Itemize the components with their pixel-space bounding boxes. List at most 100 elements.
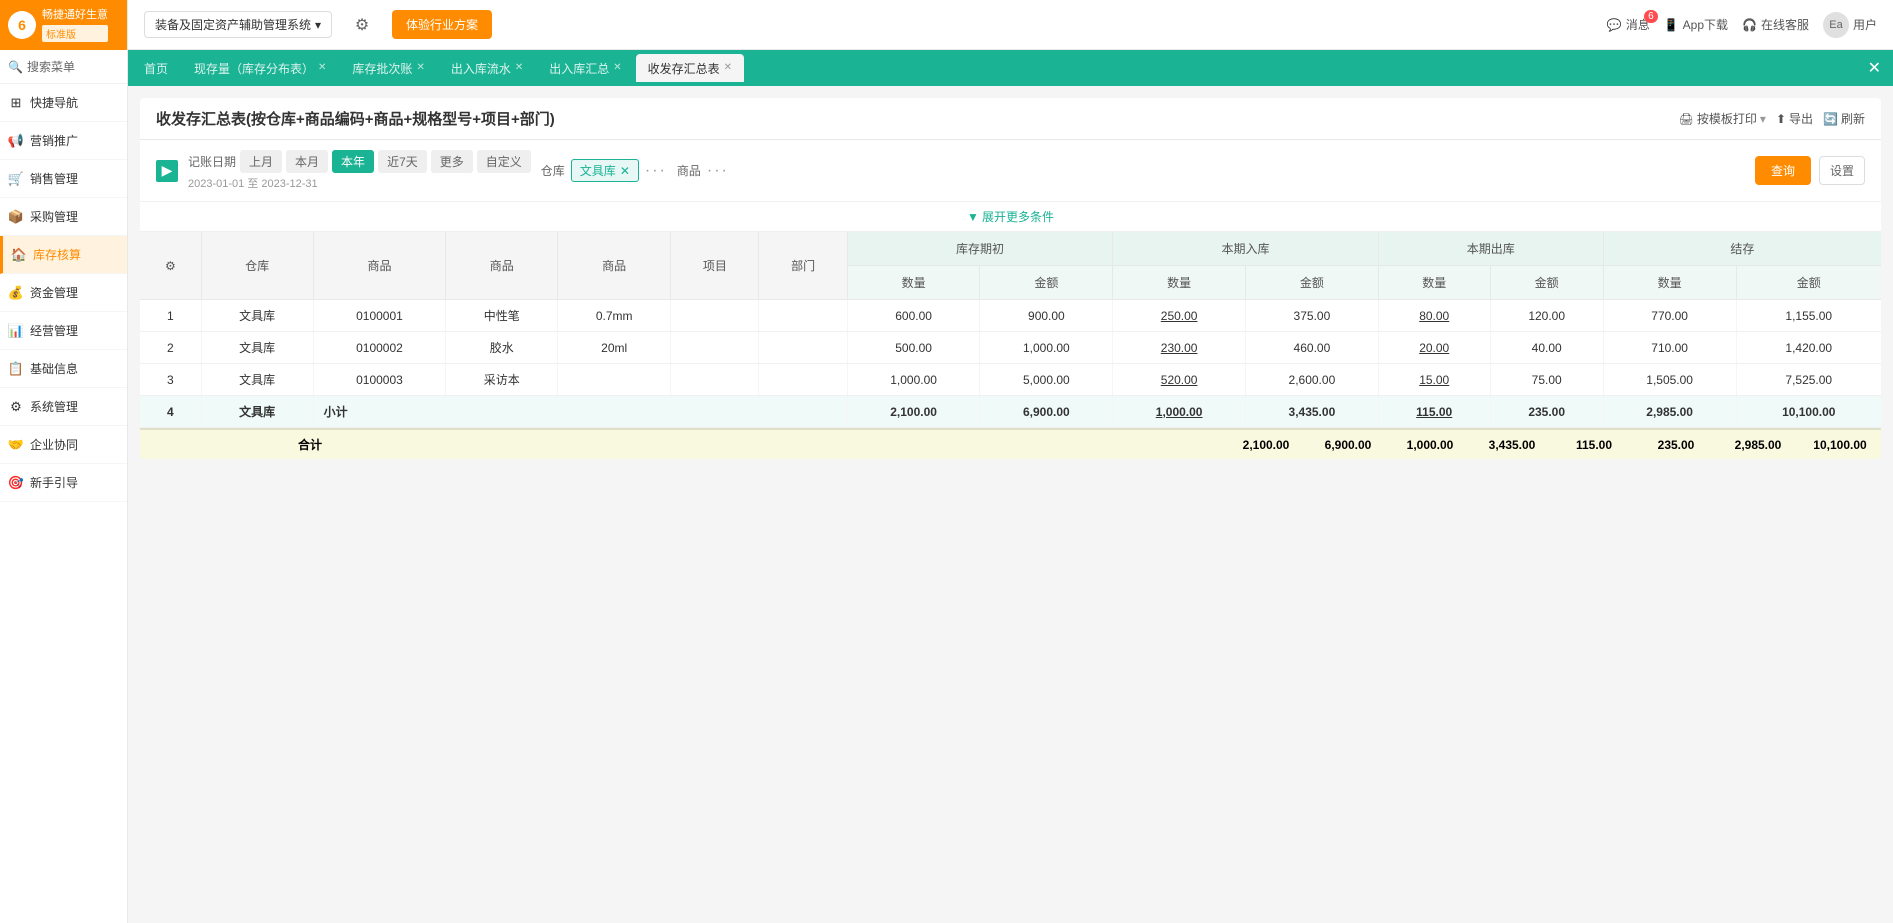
row2-in-qty[interactable]: 230.00: [1113, 332, 1246, 364]
goods-dots-btn[interactable]: ···: [707, 162, 729, 180]
system-select[interactable]: 装备及固定资产辅助管理系统 ▾: [144, 11, 332, 38]
page-header: 收发存汇总表(按仓库+商品编码+商品+规格型号+项目+部门) 🖨 按模板打印 ▾…: [140, 98, 1881, 140]
query-btn[interactable]: 查询: [1755, 156, 1811, 185]
date-btn-7days[interactable]: 近7天: [378, 150, 427, 173]
message-btn[interactable]: 💬 消息 6: [1607, 16, 1650, 33]
subtotal-in-qty-link[interactable]: 1,000.00: [1156, 405, 1203, 419]
gear-button[interactable]: ⚙: [348, 11, 376, 39]
tab-receipt-summary-close[interactable]: ✕: [724, 63, 732, 73]
date-btn-custom[interactable]: 自定义: [477, 150, 531, 173]
tab-batch[interactable]: 库存批次账 ✕: [340, 54, 436, 82]
col-open-amt-header: 金额: [980, 266, 1113, 300]
row1-in-qty[interactable]: 250.00: [1113, 300, 1246, 332]
tabbar-close-btn[interactable]: ✕: [1860, 54, 1889, 82]
tab-inventory-dist-close[interactable]: ✕: [318, 63, 326, 73]
row3-out-qty-link[interactable]: 15.00: [1419, 373, 1449, 387]
avatar: Ea: [1823, 12, 1849, 38]
subtotal-in-qty[interactable]: 1,000.00: [1113, 396, 1246, 428]
row3-warehouse: 文具库: [201, 364, 313, 396]
print-label: 按模板打印: [1697, 110, 1757, 127]
expand-arrow-icon: ▼: [967, 210, 979, 224]
sidebar-item-basic[interactable]: 📋 基础信息: [0, 350, 127, 388]
user-btn[interactable]: Ea 用户: [1823, 12, 1877, 38]
row3-bal-amt: 7,525.00: [1736, 364, 1881, 396]
set-btn[interactable]: 设置: [1819, 156, 1865, 185]
tab-flow-close[interactable]: ✕: [515, 63, 523, 73]
search-menu[interactable]: 🔍 搜索菜单: [0, 50, 127, 84]
row2-out-qty-link[interactable]: 20.00: [1419, 341, 1449, 355]
row2-open-amt: 1,000.00: [980, 332, 1113, 364]
tab-summary-in-out-close[interactable]: ✕: [613, 63, 621, 73]
row2-in-qty-link[interactable]: 230.00: [1161, 341, 1198, 355]
warehouse-filter-group: 仓库 文具库 ✕ ···: [541, 159, 667, 182]
col-settings-header[interactable]: ⚙: [140, 232, 201, 300]
row1-out-qty-link[interactable]: 80.00: [1419, 309, 1449, 323]
subtotal-open-amt: 6,900.00: [980, 396, 1113, 428]
sidebar-item-finance[interactable]: 💰 资金管理: [0, 274, 127, 312]
col-out-qty-header: 数量: [1378, 266, 1490, 300]
date-btn-more[interactable]: 更多: [431, 150, 473, 173]
sidebar-item-sales[interactable]: 🛒 销售管理: [0, 160, 127, 198]
date-btn-this-year[interactable]: 本年: [332, 150, 374, 173]
sidebar-item-inventory[interactable]: 🏠 库存核算: [0, 236, 127, 274]
system-name: 装备及固定资产辅助管理系统: [155, 16, 311, 33]
subtotal-no: 4: [140, 396, 201, 428]
col-out-amt-header: 金额: [1490, 266, 1603, 300]
row1-open-amt: 900.00: [980, 300, 1113, 332]
col-open-header: 库存期初: [847, 232, 1113, 266]
refresh-btn[interactable]: 🔄 刷新: [1823, 110, 1865, 127]
query-action-group: 查询 设置: [1755, 156, 1865, 185]
warehouse-tag-name: 文具库: [580, 162, 616, 179]
subtotal-out-qty-link[interactable]: 115.00: [1416, 405, 1452, 419]
filter-toggle-btn[interactable]: ▶: [156, 160, 178, 182]
subtotal-out-qty[interactable]: 115.00: [1378, 396, 1490, 428]
tab-batch-close[interactable]: ✕: [416, 63, 424, 73]
row3-bal-qty: 1,505.00: [1603, 364, 1736, 396]
tab-flow[interactable]: 出入库流水 ✕: [439, 54, 535, 82]
row3-in-qty-link[interactable]: 520.00: [1161, 373, 1198, 387]
page-title: 收发存汇总表(按仓库+商品编码+商品+规格型号+项目+部门): [156, 108, 555, 129]
sidebar-item-label: 系统管理: [30, 398, 78, 415]
row2-warehouse: 文具库: [201, 332, 313, 364]
col-in-amt-header: 金额: [1246, 266, 1379, 300]
warehouse-dots-btn[interactable]: ···: [645, 162, 667, 180]
sidebar-item-label: 新手引导: [30, 474, 78, 491]
sidebar-item-quick-nav[interactable]: ⊞ 快捷导航: [0, 84, 127, 122]
app-download-btn[interactable]: 📱 App下载: [1664, 16, 1728, 33]
search-icon: 🔍: [8, 60, 23, 74]
row1-code: 0100001: [313, 300, 446, 332]
warehouse-tag[interactable]: 文具库 ✕: [571, 159, 639, 182]
tab-inventory-dist[interactable]: 现存量（库存分布表） ✕: [182, 54, 338, 82]
row3-out-qty[interactable]: 15.00: [1378, 364, 1490, 396]
row1-in-qty-link[interactable]: 250.00: [1161, 309, 1198, 323]
sidebar-item-system[interactable]: ⚙ 系统管理: [0, 388, 127, 426]
sidebar-item-marketing[interactable]: 📢 营销推广: [0, 122, 127, 160]
warehouse-tag-close[interactable]: ✕: [620, 164, 630, 178]
online-service-btn[interactable]: 🎧 在线客服: [1742, 16, 1809, 33]
date-btn-last-month[interactable]: 上月: [240, 150, 282, 173]
sidebar-item-purchase[interactable]: 📦 采购管理: [0, 198, 127, 236]
sidebar-item-enterprise[interactable]: 🤝 企业协同: [0, 426, 127, 464]
date-btn-this-month[interactable]: 本月: [286, 150, 328, 173]
tab-receipt-summary[interactable]: 收发存汇总表 ✕: [636, 54, 744, 82]
row1-out-qty[interactable]: 80.00: [1378, 300, 1490, 332]
table-settings-icon[interactable]: ⚙: [165, 259, 176, 273]
row3-in-amt: 2,600.00: [1246, 364, 1379, 396]
sidebar-item-operation[interactable]: 📊 经营管理: [0, 312, 127, 350]
tab-summary-in-out[interactable]: 出入库汇总 ✕: [537, 54, 633, 82]
col-bal-amt-header: 金额: [1736, 266, 1881, 300]
col-spec-header: 商品: [558, 232, 671, 300]
row2-out-qty[interactable]: 20.00: [1378, 332, 1490, 364]
expand-conditions-btn[interactable]: ▼ 展开更多条件: [967, 208, 1054, 225]
row3-in-qty[interactable]: 520.00: [1113, 364, 1246, 396]
export-btn[interactable]: ⬆ 导出: [1776, 110, 1813, 127]
tab-home[interactable]: 首页: [132, 54, 180, 82]
sidebar-item-label: 经营管理: [30, 322, 78, 339]
tab-summary-in-out-label: 出入库汇总: [549, 60, 609, 77]
experience-btn[interactable]: 体验行业方案: [392, 10, 492, 39]
col-out-header: 本期出库: [1378, 232, 1603, 266]
topbar: 装备及固定资产辅助管理系统 ▾ ⚙ 体验行业方案 💬 消息 6 📱 App下载 …: [128, 0, 1893, 50]
operation-icon: 📊: [8, 323, 24, 339]
print-btn[interactable]: 🖨 按模板打印 ▾: [1679, 110, 1766, 127]
sidebar-item-guide[interactable]: 🎯 新手引导: [0, 464, 127, 502]
